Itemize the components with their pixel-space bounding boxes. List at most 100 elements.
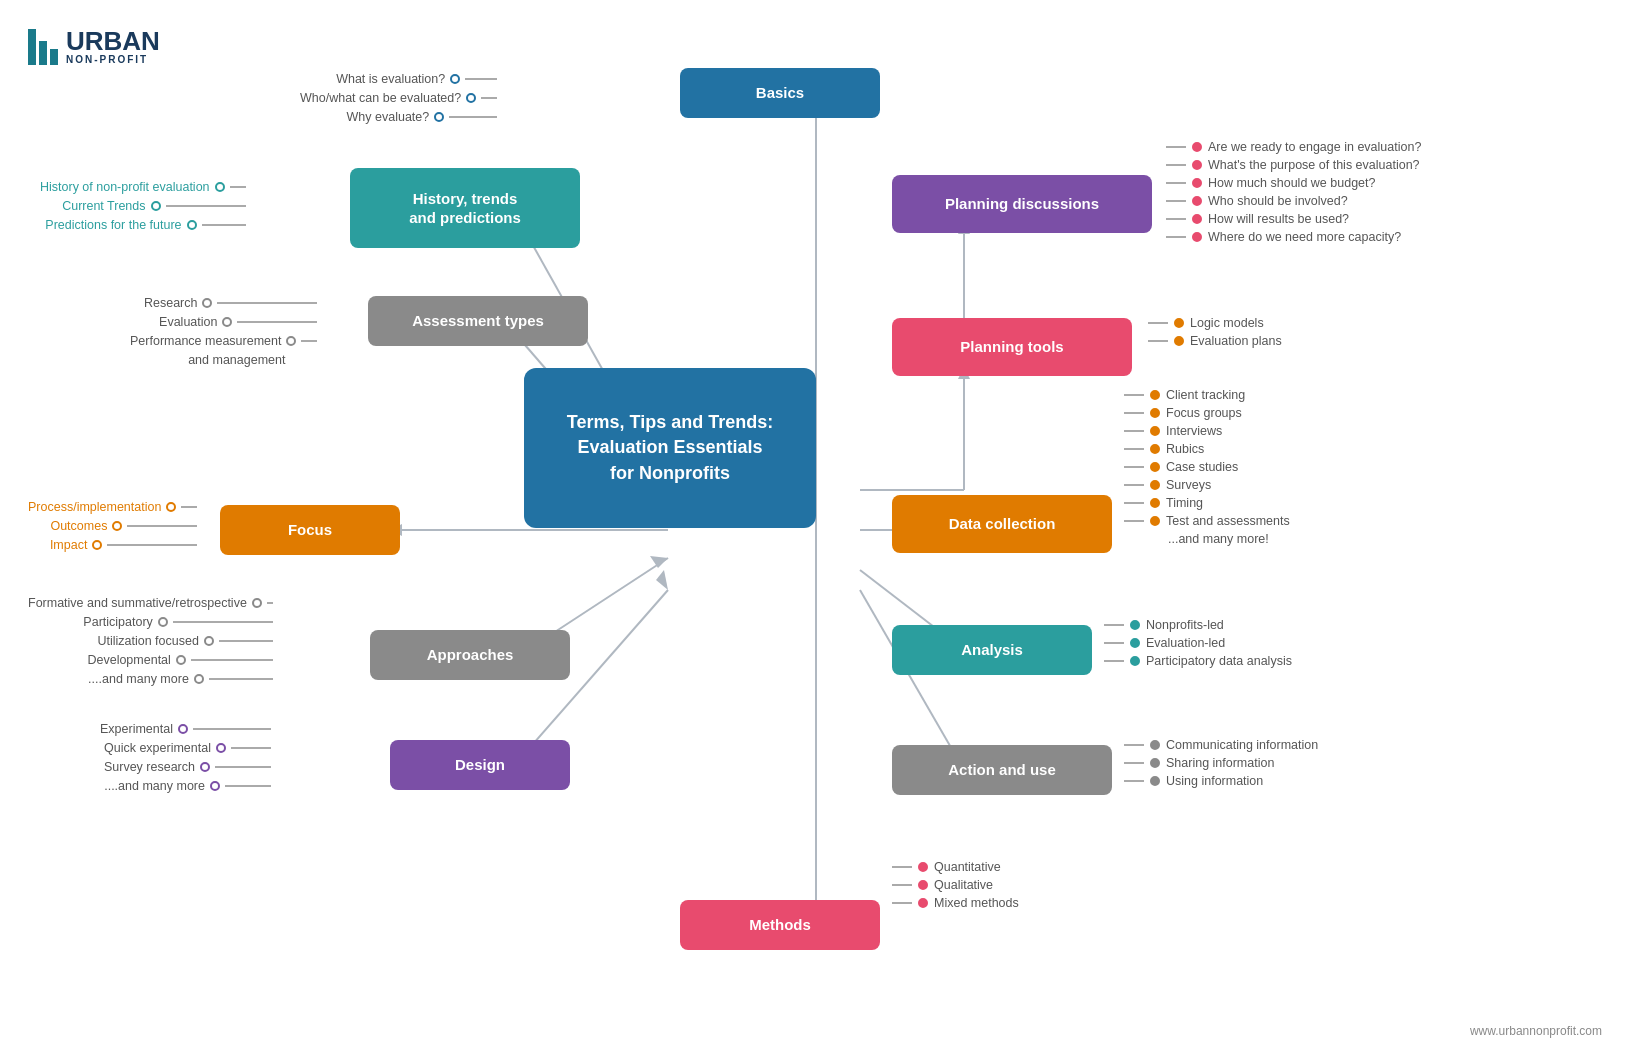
- left-item: Why evaluate?: [300, 110, 497, 124]
- left-item: Developmental: [28, 653, 273, 667]
- bullet-item: Logic models: [1148, 316, 1282, 330]
- dot: [158, 617, 168, 627]
- bullet-item: Surveys: [1124, 478, 1290, 492]
- dot: [450, 74, 460, 84]
- bullet-item: Communicating information: [1124, 738, 1318, 752]
- bullet-item: How will results be used?: [1166, 212, 1421, 226]
- logo-bar-2: [39, 41, 47, 65]
- dot: [200, 762, 210, 772]
- bullet-circle: [1150, 758, 1160, 768]
- bullet-item: Interviews: [1124, 424, 1290, 438]
- action-use-box: Action and use: [892, 745, 1112, 795]
- logo-nonprofit: NON-PROFIT: [66, 54, 160, 65]
- bullet-circle: [1174, 336, 1184, 346]
- bullet-item: Evaluation-led: [1104, 636, 1292, 650]
- left-item: Utilization focused: [28, 634, 273, 648]
- bullet-item: Sharing information: [1124, 756, 1318, 770]
- center-text: Terms, Tips and Trends: Evaluation Essen…: [567, 410, 773, 486]
- logo-bars: [28, 29, 58, 65]
- bullet-circle: [1150, 408, 1160, 418]
- logo-bar-1: [28, 29, 36, 65]
- bullet-item: Evaluation plans: [1148, 334, 1282, 348]
- logo-urban: URBAN: [66, 28, 160, 54]
- history-left-bullets: History of non-profit evaluation Current…: [40, 180, 246, 237]
- bullet-circle: [1192, 160, 1202, 170]
- left-item: Process/implementation: [28, 500, 197, 514]
- left-item: Quick experimental: [100, 741, 271, 755]
- bullet-circle: [1150, 740, 1160, 750]
- bullet-circle: [1150, 480, 1160, 490]
- assessment-left-bullets: Research Evaluation Performance measurem…: [130, 296, 317, 372]
- bullet-circle: [1150, 462, 1160, 472]
- dot: [252, 598, 262, 608]
- dot: [187, 220, 197, 230]
- data-collection-box: Data collection: [892, 495, 1112, 553]
- left-item: History of non-profit evaluation: [40, 180, 246, 194]
- bullet-item: Timing: [1124, 496, 1290, 510]
- bullet-circle: [1150, 776, 1160, 786]
- analysis-bullets: Nonprofits-led Evaluation-led Participat…: [1104, 618, 1292, 672]
- bullet-circle: [1192, 196, 1202, 206]
- bullet-circle: [1192, 214, 1202, 224]
- bullet-item: Mixed methods: [892, 896, 1019, 910]
- left-item: Who/what can be evaluated?: [300, 91, 497, 105]
- bullet-item: Who should be involved?: [1166, 194, 1421, 208]
- left-item: What is evaluation?: [300, 72, 497, 86]
- dot: [222, 317, 232, 327]
- bullet-item: Are we ready to engage in evaluation?: [1166, 140, 1421, 154]
- logo: URBAN NON-PROFIT: [28, 28, 160, 65]
- left-item: Predictions for the future: [40, 218, 246, 232]
- focus-box: Focus: [220, 505, 400, 555]
- assessment-box: Assessment types: [368, 296, 588, 346]
- left-item: Survey research: [100, 760, 271, 774]
- left-item: Outcomes: [28, 519, 197, 533]
- bullet-circle: [1150, 390, 1160, 400]
- bullet-circle: [1192, 178, 1202, 188]
- bullet-circle: [918, 880, 928, 890]
- basics-box: Basics: [680, 68, 880, 118]
- dot: [151, 201, 161, 211]
- analysis-box: Analysis: [892, 625, 1092, 675]
- bullet-item: Nonprofits-led: [1104, 618, 1292, 632]
- bullet-item: Test and assessments: [1124, 514, 1290, 528]
- dot: [434, 112, 444, 122]
- svg-marker-10: [650, 556, 668, 568]
- bullet-circle: [1130, 656, 1140, 666]
- bullet-circle: [1150, 444, 1160, 454]
- dot: [202, 298, 212, 308]
- bullet-circle: [1150, 516, 1160, 526]
- action-use-bullets: Communicating information Sharing inform…: [1124, 738, 1318, 792]
- left-item: ....and many more: [100, 779, 271, 793]
- planning-discussions-box: Planning discussions: [892, 175, 1152, 233]
- planning-tools-bullets: Logic models Evaluation plans: [1148, 316, 1282, 352]
- dot: [286, 336, 296, 346]
- left-item: Evaluation: [130, 315, 317, 329]
- bullet-item: Case studies: [1124, 460, 1290, 474]
- svg-line-22: [860, 590, 964, 770]
- methods-box: Methods: [680, 900, 880, 950]
- methods-bullets: Quantitative Qualitative Mixed methods: [892, 860, 1019, 914]
- website-footer: www.urbannonprofit.com: [1470, 1024, 1602, 1038]
- left-item: ....and many more: [28, 672, 273, 686]
- bullet-item: Using information: [1124, 774, 1318, 788]
- bullet-circle: [918, 898, 928, 908]
- logo-text: URBAN NON-PROFIT: [66, 28, 160, 65]
- design-box: Design: [390, 740, 570, 790]
- focus-left-bullets: Process/implementation Outcomes Impact: [28, 500, 197, 557]
- dot: [466, 93, 476, 103]
- bullet-circle: [918, 862, 928, 872]
- logo-bar-3: [50, 49, 58, 65]
- approaches-left-bullets: Formative and summative/retrospective Pa…: [28, 596, 273, 691]
- bullet-item: Quantitative: [892, 860, 1019, 874]
- bullet-item: Where do we need more capacity?: [1166, 230, 1421, 244]
- left-item: Performance measurement and management: [130, 334, 317, 367]
- design-left-bullets: Experimental Quick experimental Survey r…: [100, 722, 271, 798]
- dot: [178, 724, 188, 734]
- dot: [112, 521, 122, 531]
- bullet-item: Rubics: [1124, 442, 1290, 456]
- basics-left-bullets: What is evaluation? Who/what can be eval…: [300, 72, 497, 129]
- planning-discussions-bullets: Are we ready to engage in evaluation? Wh…: [1166, 140, 1421, 248]
- left-item: Research: [130, 296, 317, 310]
- bullet-circle: [1130, 620, 1140, 630]
- bullet-item: How much should we budget?: [1166, 176, 1421, 190]
